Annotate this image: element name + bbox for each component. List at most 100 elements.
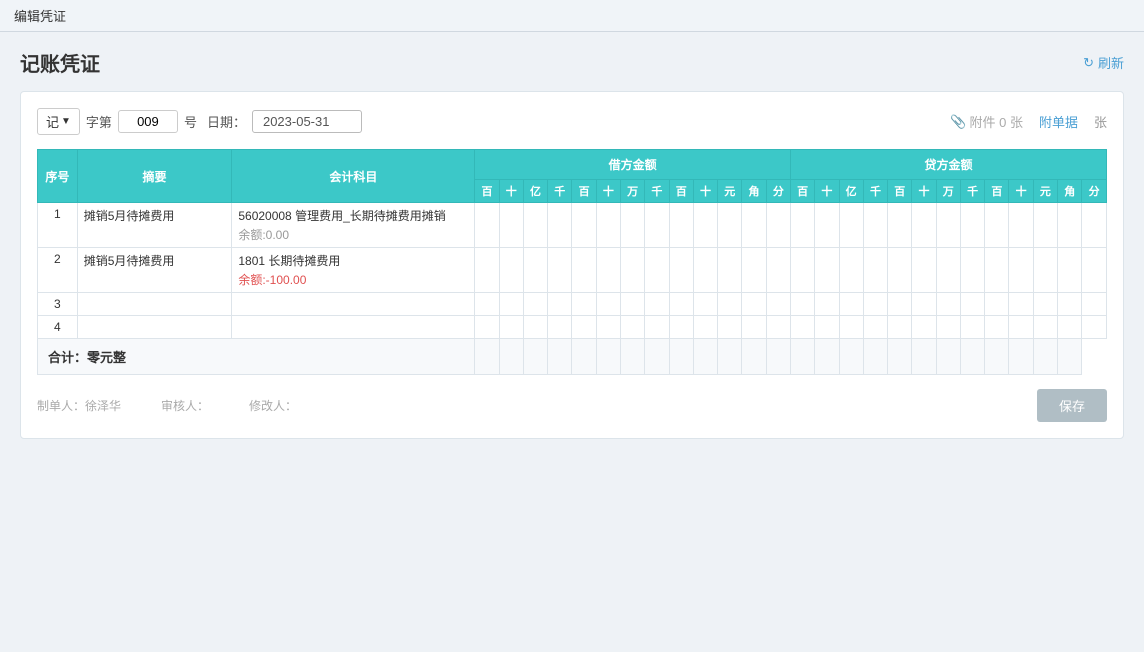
row-3-amount-cell-15[interactable] — [839, 316, 863, 339]
row-1-amount-cell-10[interactable] — [718, 248, 742, 293]
attach-single-label[interactable]: 附单据 — [1039, 112, 1078, 131]
row-1-amount-cell-2[interactable] — [523, 248, 547, 293]
row-2-amount-cell-2[interactable] — [523, 293, 547, 316]
row-1-amount-cell-22[interactable] — [1009, 248, 1033, 293]
row-0-amount-cell-19[interactable] — [936, 203, 960, 248]
row-1-amount-cell-23[interactable] — [1033, 248, 1057, 293]
row-3-amount-cell-4[interactable] — [572, 316, 596, 339]
row-0-amount-cell-23[interactable] — [1033, 203, 1057, 248]
row-1-amount-cell-17[interactable] — [888, 248, 912, 293]
row-3-amount-cell-19[interactable] — [936, 316, 960, 339]
row-3-amount-cell-9[interactable] — [693, 316, 717, 339]
row-3-amount-cell-16[interactable] — [863, 316, 887, 339]
row-3-amount-cell-3[interactable] — [548, 316, 572, 339]
row-0-amount-cell-15[interactable] — [839, 203, 863, 248]
row-1-amount-cell-6[interactable] — [620, 248, 644, 293]
row-0-amount-cell-21[interactable] — [985, 203, 1009, 248]
row-3-amount-cell-20[interactable] — [960, 316, 984, 339]
row-1-amount-cell-18[interactable] — [912, 248, 936, 293]
row-2-account[interactable] — [232, 293, 475, 316]
row-0-amount-cell-10[interactable] — [718, 203, 742, 248]
row-0-summary[interactable]: 摊销5月待摊费用 — [77, 203, 232, 248]
row-2-amount-cell-4[interactable] — [572, 293, 596, 316]
row-0-amount-cell-16[interactable] — [863, 203, 887, 248]
row-3-amount-cell-2[interactable] — [523, 316, 547, 339]
row-2-summary[interactable] — [77, 293, 232, 316]
row-2-amount-cell-19[interactable] — [936, 293, 960, 316]
row-1-amount-cell-3[interactable] — [548, 248, 572, 293]
row-2-amount-cell-25[interactable] — [1082, 293, 1107, 316]
row-1-amount-cell-5[interactable] — [596, 248, 620, 293]
row-3-amount-cell-5[interactable] — [596, 316, 620, 339]
row-0-amount-cell-4[interactable] — [572, 203, 596, 248]
row-2-amount-cell-10[interactable] — [718, 293, 742, 316]
row-0-amount-cell-9[interactable] — [693, 203, 717, 248]
row-3-amount-cell-18[interactable] — [912, 316, 936, 339]
row-3-amount-cell-13[interactable] — [790, 316, 814, 339]
row-3-amount-cell-24[interactable] — [1058, 316, 1082, 339]
row-1-amount-cell-13[interactable] — [790, 248, 814, 293]
row-3-amount-cell-8[interactable] — [669, 316, 693, 339]
row-0-amount-cell-17[interactable] — [888, 203, 912, 248]
row-1-amount-cell-24[interactable] — [1058, 248, 1082, 293]
row-0-amount-cell-20[interactable] — [960, 203, 984, 248]
row-1-amount-cell-19[interactable] — [936, 248, 960, 293]
row-2-amount-cell-8[interactable] — [669, 293, 693, 316]
row-1-amount-cell-8[interactable] — [669, 248, 693, 293]
row-2-amount-cell-16[interactable] — [863, 293, 887, 316]
row-3-amount-cell-6[interactable] — [620, 316, 644, 339]
row-2-amount-cell-12[interactable] — [766, 293, 790, 316]
row-1-account[interactable]: 1801 长期待摊费用余额:-100.00 — [232, 248, 475, 293]
row-1-amount-cell-12[interactable] — [766, 248, 790, 293]
row-3-amount-cell-1[interactable] — [499, 316, 523, 339]
row-0-amount-cell-14[interactable] — [815, 203, 839, 248]
row-0-amount-cell-18[interactable] — [912, 203, 936, 248]
row-3-amount-cell-21[interactable] — [985, 316, 1009, 339]
row-2-amount-cell-5[interactable] — [596, 293, 620, 316]
row-2-amount-cell-11[interactable] — [742, 293, 766, 316]
row-0-amount-cell-24[interactable] — [1058, 203, 1082, 248]
row-2-amount-cell-21[interactable] — [985, 293, 1009, 316]
row-2-amount-cell-18[interactable] — [912, 293, 936, 316]
row-0-amount-cell-12[interactable] — [766, 203, 790, 248]
row-3-amount-cell-10[interactable] — [718, 316, 742, 339]
row-2-amount-cell-20[interactable] — [960, 293, 984, 316]
row-1-amount-cell-16[interactable] — [863, 248, 887, 293]
row-0-amount-cell-3[interactable] — [548, 203, 572, 248]
row-0-amount-cell-2[interactable] — [523, 203, 547, 248]
row-3-amount-cell-17[interactable] — [888, 316, 912, 339]
row-0-amount-cell-8[interactable] — [669, 203, 693, 248]
row-2-amount-cell-22[interactable] — [1009, 293, 1033, 316]
row-0-amount-cell-7[interactable] — [645, 203, 669, 248]
row-2-amount-cell-6[interactable] — [620, 293, 644, 316]
voucher-number-input[interactable] — [118, 110, 178, 133]
row-2-amount-cell-7[interactable] — [645, 293, 669, 316]
voucher-type-select[interactable]: 记 ▼ — [37, 108, 80, 135]
row-1-amount-cell-1[interactable] — [499, 248, 523, 293]
row-0-amount-cell-22[interactable] — [1009, 203, 1033, 248]
row-1-amount-cell-7[interactable] — [645, 248, 669, 293]
date-input[interactable] — [252, 110, 362, 133]
row-2-amount-cell-3[interactable] — [548, 293, 572, 316]
row-1-amount-cell-4[interactable] — [572, 248, 596, 293]
row-1-amount-cell-14[interactable] — [815, 248, 839, 293]
row-3-amount-cell-0[interactable] — [475, 316, 499, 339]
row-0-account[interactable]: 56020008 管理费用_长期待摊费用摊销余额:0.00 — [232, 203, 475, 248]
row-0-amount-cell-5[interactable] — [596, 203, 620, 248]
row-0-amount-cell-25[interactable] — [1082, 203, 1107, 248]
row-2-amount-cell-15[interactable] — [839, 293, 863, 316]
row-3-amount-cell-7[interactable] — [645, 316, 669, 339]
row-3-summary[interactable] — [77, 316, 232, 339]
row-3-amount-cell-11[interactable] — [742, 316, 766, 339]
row-1-amount-cell-9[interactable] — [693, 248, 717, 293]
row-2-amount-cell-9[interactable] — [693, 293, 717, 316]
row-0-amount-cell-0[interactable] — [475, 203, 499, 248]
row-1-amount-cell-20[interactable] — [960, 248, 984, 293]
row-1-amount-cell-0[interactable] — [475, 248, 499, 293]
row-2-amount-cell-23[interactable] — [1033, 293, 1057, 316]
row-1-amount-cell-21[interactable] — [985, 248, 1009, 293]
row-2-amount-cell-0[interactable] — [475, 293, 499, 316]
row-2-amount-cell-14[interactable] — [815, 293, 839, 316]
row-3-amount-cell-23[interactable] — [1033, 316, 1057, 339]
row-0-amount-cell-11[interactable] — [742, 203, 766, 248]
